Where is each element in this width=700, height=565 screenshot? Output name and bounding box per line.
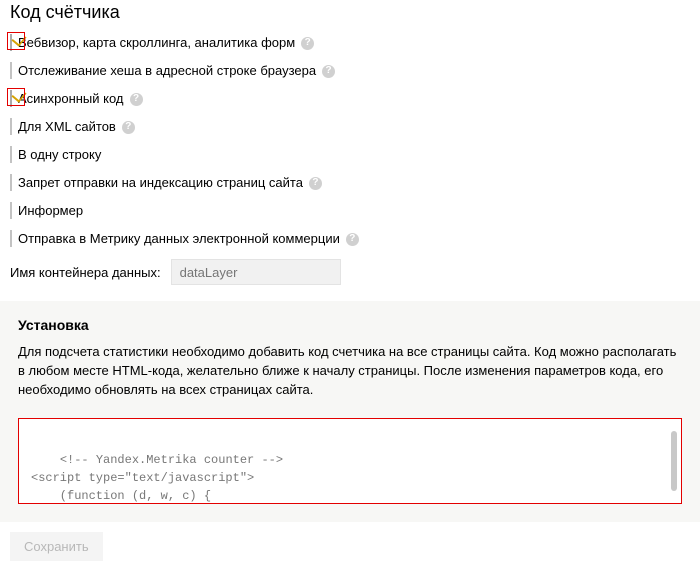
option-row: Отслеживание хеша в адресной строке брау… [10, 63, 690, 79]
option-checkbox[interactable] [10, 118, 12, 135]
option-label: Отслеживание хеша в адресной строке брау… [18, 63, 316, 79]
option-row: Запрет отправки на индексацию страниц са… [10, 175, 690, 191]
option-label: Информер [18, 203, 83, 219]
container-name-input[interactable] [171, 259, 341, 285]
install-block: Установка Для подсчета статистики необхо… [0, 301, 700, 522]
option-label: Вебвизор, карта скроллинга, аналитика фо… [18, 35, 295, 51]
counter-code-box[interactable]: <!-- Yandex.Metrika counter --> <script … [18, 418, 682, 504]
option-row: Информер [10, 203, 690, 219]
option-checkbox[interactable] [10, 90, 12, 107]
option-checkbox[interactable] [10, 146, 12, 163]
option-label: В одну строку [18, 147, 101, 163]
help-icon[interactable]: ? [301, 37, 314, 50]
option-label: Асинхронный код [18, 91, 124, 107]
help-icon[interactable]: ? [122, 121, 135, 134]
option-row: В одну строку [10, 147, 690, 163]
option-label: Запрет отправки на индексацию страниц са… [18, 175, 303, 191]
option-label: Отправка в Метрику данных электронной ко… [18, 231, 340, 247]
option-checkbox[interactable] [10, 62, 12, 79]
install-description: Для подсчета статистики необходимо добав… [18, 343, 682, 400]
install-title: Установка [18, 317, 682, 333]
option-row: Для XML сайтов? [10, 119, 690, 135]
option-checkbox[interactable] [10, 202, 12, 219]
option-checkbox[interactable] [10, 230, 12, 247]
save-button[interactable]: Сохранить [10, 532, 103, 561]
option-row: Асинхронный код? [10, 91, 690, 107]
help-icon[interactable]: ? [309, 177, 322, 190]
help-icon[interactable]: ? [346, 233, 359, 246]
help-icon[interactable]: ? [322, 65, 335, 78]
counter-code-text: <!-- Yandex.Metrika counter --> <script … [31, 453, 355, 504]
help-icon[interactable]: ? [130, 93, 143, 106]
code-scrollbar[interactable] [671, 431, 677, 491]
option-checkbox[interactable] [10, 174, 12, 191]
option-row: Отправка в Метрику данных электронной ко… [10, 231, 690, 247]
page-title: Код счётчика [10, 2, 690, 23]
option-label: Для XML сайтов [18, 119, 116, 135]
option-row: Вебвизор, карта скроллинга, аналитика фо… [10, 35, 690, 51]
container-name-label: Имя контейнера данных: [10, 265, 161, 280]
option-checkbox[interactable] [10, 34, 12, 51]
container-name-row: Имя контейнера данных: [10, 259, 690, 285]
